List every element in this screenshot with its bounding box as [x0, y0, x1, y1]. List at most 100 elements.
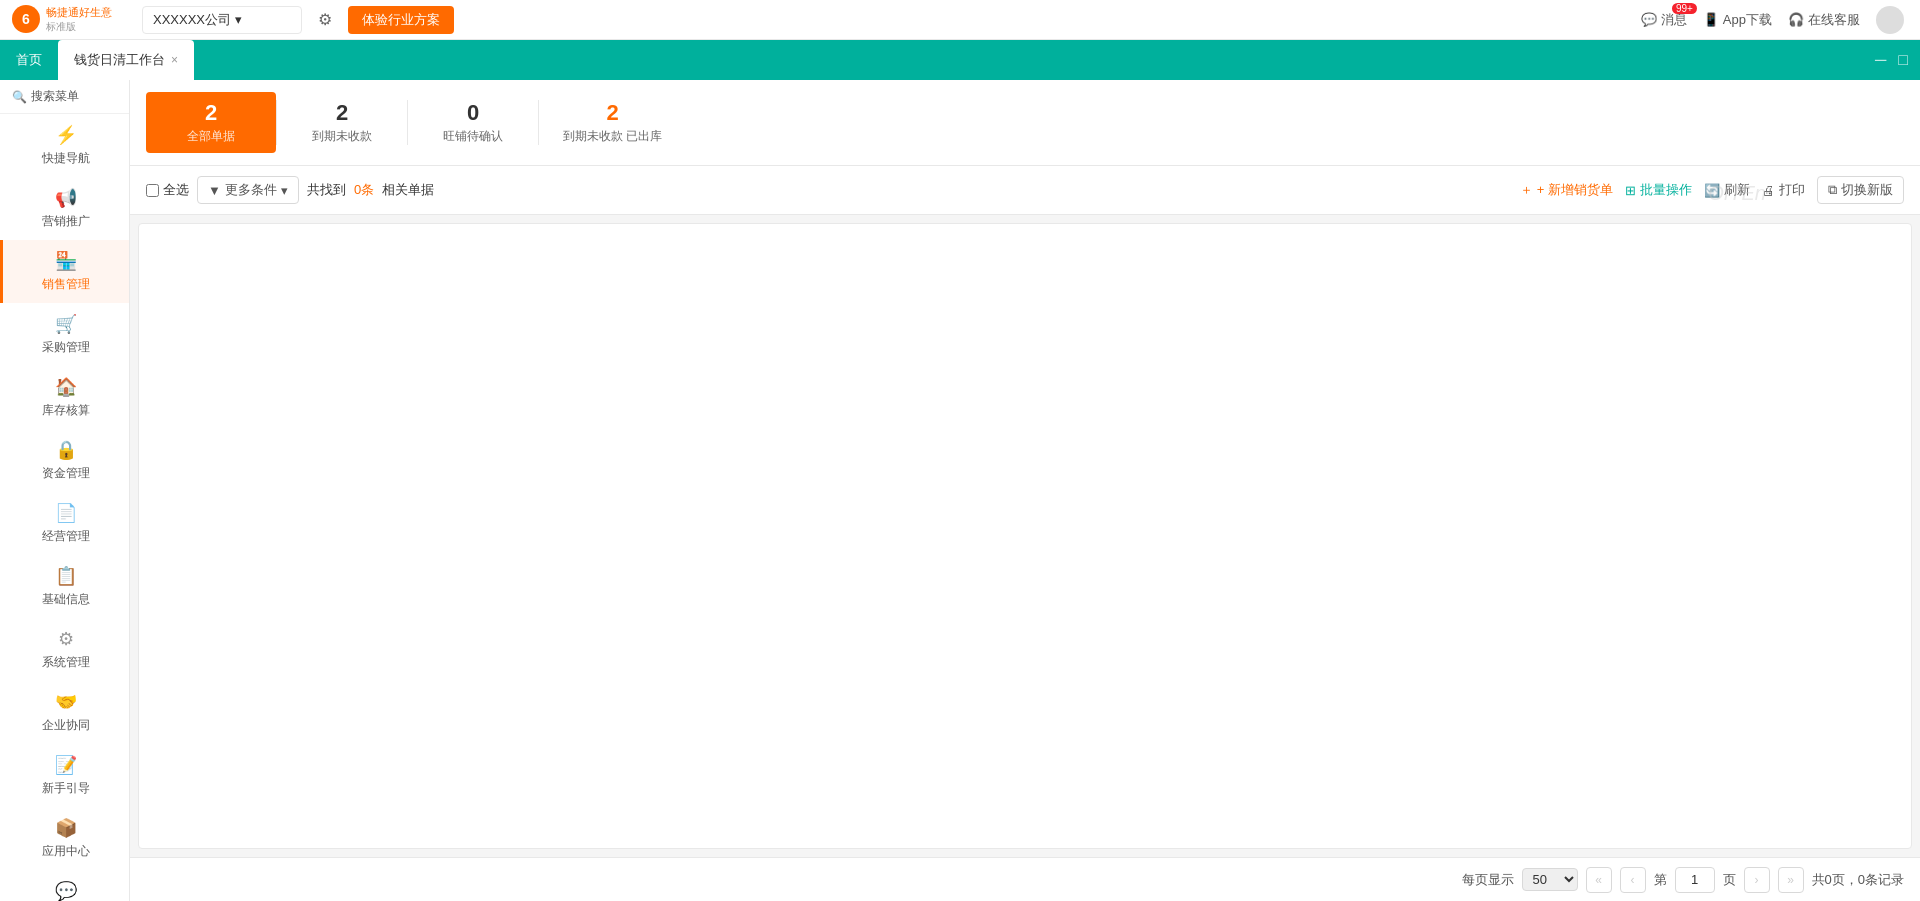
- sales-icon: 🏪: [55, 250, 77, 272]
- sidebar-item-basic-info-label: 基础信息: [42, 591, 90, 608]
- app-center-icon: 📦: [55, 817, 77, 839]
- purchase-icon: 🛒: [55, 313, 77, 335]
- filter-chevron-icon: ▾: [281, 183, 288, 198]
- guide-icon: 📝: [55, 754, 77, 776]
- chevron-down-icon: ▾: [235, 12, 242, 27]
- settings-button[interactable]: ⚙: [310, 5, 340, 35]
- stat-card-overdue[interactable]: 2 到期未收款: [277, 92, 407, 153]
- search-icon: 🔍: [12, 90, 27, 104]
- sidebar-item-app-center-label: 应用中心: [42, 843, 90, 860]
- batch-label: 批量操作: [1640, 181, 1692, 199]
- search-menu-item[interactable]: 🔍 搜索菜单: [0, 80, 129, 114]
- logo-title: 畅捷通好生意: [46, 5, 112, 19]
- select-all-checkbox[interactable]: 全选: [146, 181, 189, 199]
- sidebar-item-inventory[interactable]: 🏠 库存核算: [0, 366, 129, 429]
- company-name: XXXXXX公司: [153, 11, 231, 29]
- message-icon: 💬: [1641, 12, 1657, 27]
- company-selector[interactable]: XXXXXX公司 ▾: [142, 6, 302, 34]
- print-label: 打印: [1779, 181, 1805, 199]
- add-label: + 新增销货单: [1537, 181, 1613, 199]
- prev-page-button[interactable]: ‹: [1620, 867, 1646, 893]
- sidebar-item-enterprise[interactable]: 🤝 企业协同: [0, 681, 129, 744]
- basic-info-icon: 📋: [55, 565, 77, 587]
- select-all-label: 全选: [163, 181, 189, 199]
- sidebar-item-wechat[interactable]: 💬 企业微信: [0, 870, 129, 901]
- stats-row: 2 全部单据 2 到期未收款 0 旺铺待确认 2 到期未收款 已出库: [130, 80, 1920, 166]
- sidebar-item-system[interactable]: ⚙ 系统管理: [0, 618, 129, 681]
- sidebar-item-quick-nav-label: 快捷导航: [42, 150, 90, 167]
- print-icon: 🖨: [1762, 183, 1775, 198]
- logo-badge: 标准版: [46, 20, 112, 34]
- maximize-window-button[interactable]: □: [1894, 47, 1912, 73]
- sidebar-item-sales-label: 销售管理: [42, 276, 90, 293]
- first-page-button[interactable]: «: [1586, 867, 1612, 893]
- sidebar-item-operation[interactable]: 📄 经营管理: [0, 492, 129, 555]
- stat-label-overdue: 到期未收款: [301, 128, 383, 145]
- sidebar-item-app-center[interactable]: 📦 应用中心: [0, 807, 129, 870]
- logo-area: 6 畅捷通好生意 标准版: [12, 5, 142, 33]
- sidebar-item-basic-info[interactable]: 📋 基础信息: [0, 555, 129, 618]
- home-tab[interactable]: 首页: [0, 40, 58, 80]
- message-badge: 99+: [1672, 3, 1697, 14]
- nav-right-buttons: ─ □: [1871, 47, 1920, 73]
- minimize-window-button[interactable]: ─: [1871, 47, 1890, 73]
- batch-operation-button[interactable]: ⊞ 批量操作: [1625, 181, 1692, 199]
- sidebar-item-marketing[interactable]: 📢 营销推广: [0, 177, 129, 240]
- message-button[interactable]: 💬 消息 99+: [1641, 11, 1687, 29]
- stat-label-shipped: 到期未收款 已出库: [563, 128, 662, 145]
- stat-num-shipped: 2: [563, 100, 662, 126]
- sidebar-item-guide[interactable]: 📝 新手引导: [0, 744, 129, 807]
- logo-icon: 6: [12, 5, 40, 33]
- add-icon: ＋: [1520, 181, 1533, 199]
- online-service-button[interactable]: 🎧 在线客服: [1788, 11, 1860, 29]
- online-service-label: 在线客服: [1808, 11, 1860, 29]
- app-download-button[interactable]: 📱 App下载: [1703, 11, 1772, 29]
- switch-version-button[interactable]: ⧉ 切换新版: [1817, 176, 1904, 204]
- refresh-button[interactable]: 🔄 刷新: [1704, 181, 1750, 199]
- workbench-tab-label: 钱货日清工作台: [74, 51, 165, 69]
- add-sale-order-button[interactable]: ＋ + 新增销货单: [1520, 181, 1613, 199]
- last-page-button[interactable]: »: [1778, 867, 1804, 893]
- find-suffix: 相关单据: [382, 181, 434, 199]
- batch-icon: ⊞: [1625, 183, 1636, 198]
- refresh-label: 刷新: [1724, 181, 1750, 199]
- sidebar: 🔍 搜索菜单 ⚡ 快捷导航 📢 营销推广 🏪 销售管理 🛒 采购管理 🏠 库存核…: [0, 80, 130, 901]
- pagination-bar: 每页显示 50 100 200 « ‹ 第 页 › » 共0页，0条记录: [130, 857, 1920, 901]
- close-tab-icon[interactable]: ×: [171, 53, 178, 67]
- sidebar-item-finance[interactable]: 🔒 资金管理: [0, 429, 129, 492]
- stat-num-all: 2: [170, 100, 252, 126]
- sidebar-item-inventory-label: 库存核算: [42, 402, 90, 419]
- stat-card-shipped[interactable]: 2 到期未收款 已出库: [539, 92, 686, 153]
- refresh-icon: 🔄: [1704, 183, 1720, 198]
- quick-nav-icon: ⚡: [55, 124, 77, 146]
- trial-button[interactable]: 体验行业方案: [348, 6, 454, 34]
- marketing-icon: 📢: [55, 187, 77, 209]
- sidebar-item-operation-label: 经营管理: [42, 528, 90, 545]
- stat-card-all[interactable]: 2 全部单据: [146, 92, 276, 153]
- print-button[interactable]: 🖨 打印: [1762, 181, 1805, 199]
- next-page-button[interactable]: ›: [1744, 867, 1770, 893]
- search-menu-label: 搜索菜单: [31, 88, 79, 105]
- sidebar-item-purchase[interactable]: 🛒 采购管理: [0, 303, 129, 366]
- stat-num-pending: 0: [432, 100, 514, 126]
- page-input[interactable]: [1675, 867, 1715, 893]
- top-header: 6 畅捷通好生意 标准版 XXXXXX公司 ▾ ⚙ 体验行业方案 💬 消息 99…: [0, 0, 1920, 40]
- sidebar-item-quick-nav[interactable]: ⚡ 快捷导航: [0, 114, 129, 177]
- filter-icon: ▼: [208, 183, 221, 198]
- filter-button[interactable]: ▼ 更多条件 ▾: [197, 176, 299, 204]
- sidebar-item-enterprise-label: 企业协同: [42, 717, 90, 734]
- finance-icon: 🔒: [55, 439, 77, 461]
- stat-card-pending[interactable]: 0 旺铺待确认: [408, 92, 538, 153]
- avatar-image: [1876, 6, 1904, 34]
- user-avatar[interactable]: [1876, 6, 1908, 34]
- enterprise-icon: 🤝: [55, 691, 77, 713]
- toolbar-right: ＋ + 新增销货单 ⊞ 批量操作 🔄 刷新 🖨 打印 ⧉ 切换新版: [1520, 176, 1904, 204]
- header-right: 💬 消息 99+ 📱 App下载 🎧 在线客服: [1641, 6, 1908, 34]
- workbench-tab[interactable]: 钱货日清工作台 ×: [58, 40, 194, 80]
- page-size-select[interactable]: 50 100 200: [1522, 868, 1578, 891]
- sidebar-item-system-label: 系统管理: [42, 654, 90, 671]
- sidebar-item-sales[interactable]: 🏪 销售管理: [0, 240, 129, 303]
- sidebar-item-finance-label: 资金管理: [42, 465, 90, 482]
- stat-label-pending: 旺铺待确认: [432, 128, 514, 145]
- select-all-input[interactable]: [146, 184, 159, 197]
